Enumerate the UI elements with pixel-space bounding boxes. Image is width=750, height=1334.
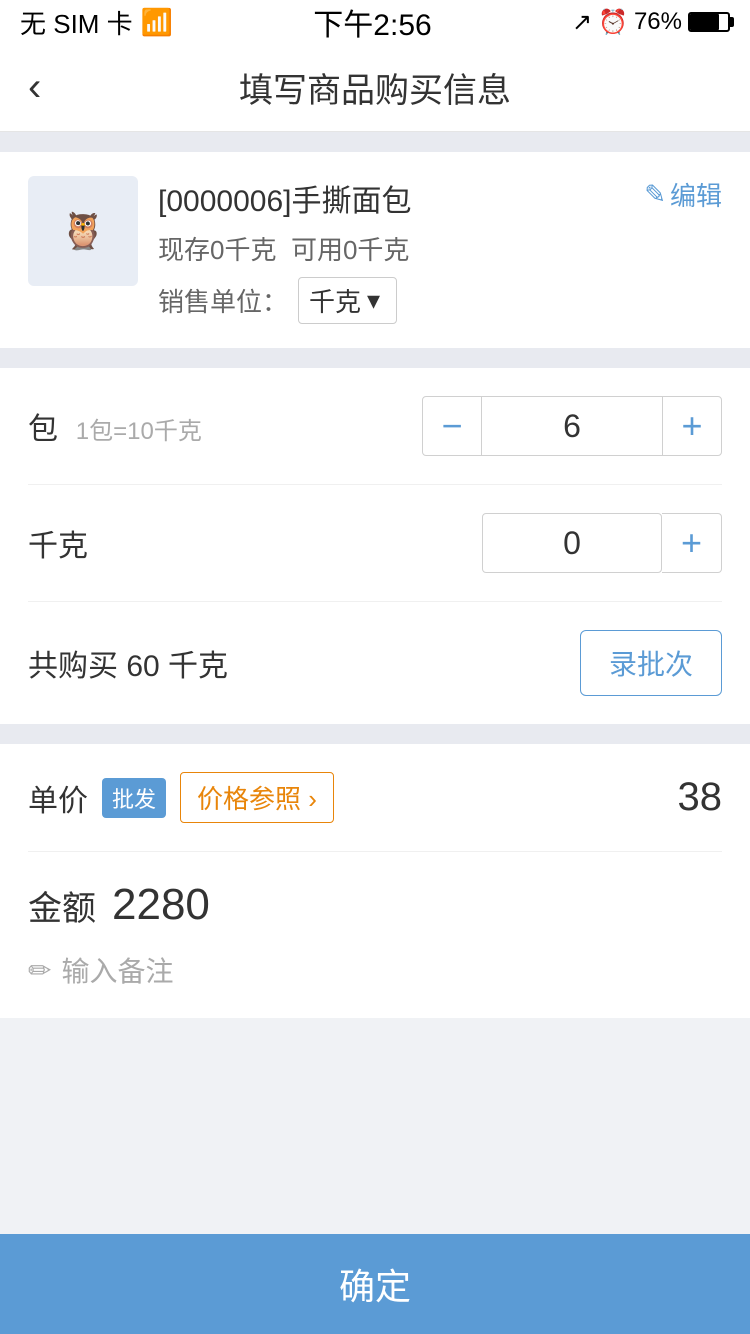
- edit-icon: ✎: [644, 179, 666, 210]
- note-placeholder: 输入备注: [61, 950, 173, 990]
- price-label: 单价: [28, 776, 88, 820]
- quantity-label-kg: 千克: [28, 521, 88, 565]
- top-divider: [0, 132, 750, 152]
- pencil-icon: ✏: [28, 954, 51, 987]
- quantity-control-bao: − +: [422, 396, 722, 456]
- product-thumbnail: 🦉: [28, 176, 138, 286]
- quantity-row-kg: 千克 +: [28, 485, 722, 602]
- quantity-kg-input[interactable]: [482, 513, 662, 573]
- total-text: 共购买 60 千克: [28, 641, 228, 685]
- amount-value: 2280: [112, 880, 210, 930]
- chevron-down-icon: ▾: [367, 285, 380, 316]
- quantity-row-bao: 包 1包=10千克 − +: [28, 368, 722, 485]
- quantity-control-kg: +: [482, 513, 722, 573]
- alarm-icon: ⏰: [598, 8, 628, 37]
- available-text: 可用0千克: [284, 235, 410, 265]
- price-ref-button[interactable]: 价格参照 ›: [180, 772, 334, 823]
- time-display: 下午2:56: [313, 0, 431, 44]
- product-logo: 🦉: [61, 210, 106, 252]
- stock-text: 现存0千克: [158, 235, 276, 265]
- price-row: 单价 批发 价格参照 › 38: [28, 772, 722, 852]
- price-badge: 批发: [102, 778, 166, 818]
- page-title: 填写商品购买信息: [239, 63, 511, 112]
- quantity-bao-input[interactable]: [482, 396, 662, 456]
- mid-divider-2: [0, 724, 750, 744]
- status-right: ↗ ⏰ 76%: [572, 8, 730, 37]
- product-card: 🦉 [0000006]手撕面包 ✎ 编辑 现存0千克 可用0千克 销售单位： 千…: [0, 152, 750, 348]
- carrier-text: 无 SIM 卡: [20, 4, 133, 41]
- price-section: 单价 批发 价格参照 › 38: [0, 744, 750, 852]
- back-button[interactable]: ‹: [28, 65, 41, 110]
- label-kg: 千克: [28, 530, 88, 563]
- unit-label: 销售单位：: [158, 282, 288, 319]
- edit-label: 编辑: [670, 176, 722, 213]
- edit-button[interactable]: ✎ 编辑: [644, 176, 722, 213]
- unit-value: 千克: [309, 282, 361, 319]
- amount-label: 金额: [28, 881, 96, 930]
- status-bar: 无 SIM 卡 📶 下午2:56 ↗ ⏰ 76%: [0, 0, 750, 44]
- mid-divider-1: [0, 348, 750, 368]
- record-batch-button[interactable]: 录批次: [580, 630, 722, 696]
- quantity-label-bao: 包 1包=10千克: [28, 404, 202, 448]
- hint-bao: 1包=10千克: [76, 418, 202, 445]
- status-left: 无 SIM 卡 📶: [20, 4, 173, 41]
- product-unit-row: 销售单位： 千克 ▾: [158, 277, 722, 324]
- increase-bao-button[interactable]: +: [662, 396, 722, 456]
- product-info: [0000006]手撕面包 ✎ 编辑 现存0千克 可用0千克 销售单位： 千克 …: [158, 176, 722, 324]
- price-value: 38: [678, 775, 723, 820]
- total-row: 共购买 60 千克 录批次: [0, 602, 750, 724]
- confirm-button[interactable]: 确定: [0, 1234, 750, 1334]
- decrease-bao-button[interactable]: −: [422, 396, 482, 456]
- nav-bar: ‹ 填写商品购买信息: [0, 44, 750, 132]
- product-name-row: [0000006]手撕面包 ✎ 编辑: [158, 176, 722, 220]
- product-name: [0000006]手撕面包: [158, 176, 411, 220]
- battery-icon: [688, 12, 730, 32]
- confirm-label: 确定: [339, 1258, 411, 1310]
- product-stock: 现存0千克 可用0千克: [158, 230, 722, 267]
- quantity-section: 包 1包=10千克 − + 千克 +: [0, 368, 750, 602]
- wifi-icon: 📶: [141, 7, 173, 38]
- label-bao: 包: [28, 413, 58, 446]
- increase-kg-button[interactable]: +: [662, 513, 722, 573]
- battery-text: 76%: [634, 8, 682, 36]
- location-icon: ↗: [572, 8, 592, 37]
- note-row[interactable]: ✏ 输入备注: [28, 950, 722, 990]
- amount-section: 金额 2280 ✏ 输入备注: [0, 852, 750, 1018]
- amount-row: 金额 2280: [28, 880, 722, 930]
- unit-select[interactable]: 千克 ▾: [298, 277, 397, 324]
